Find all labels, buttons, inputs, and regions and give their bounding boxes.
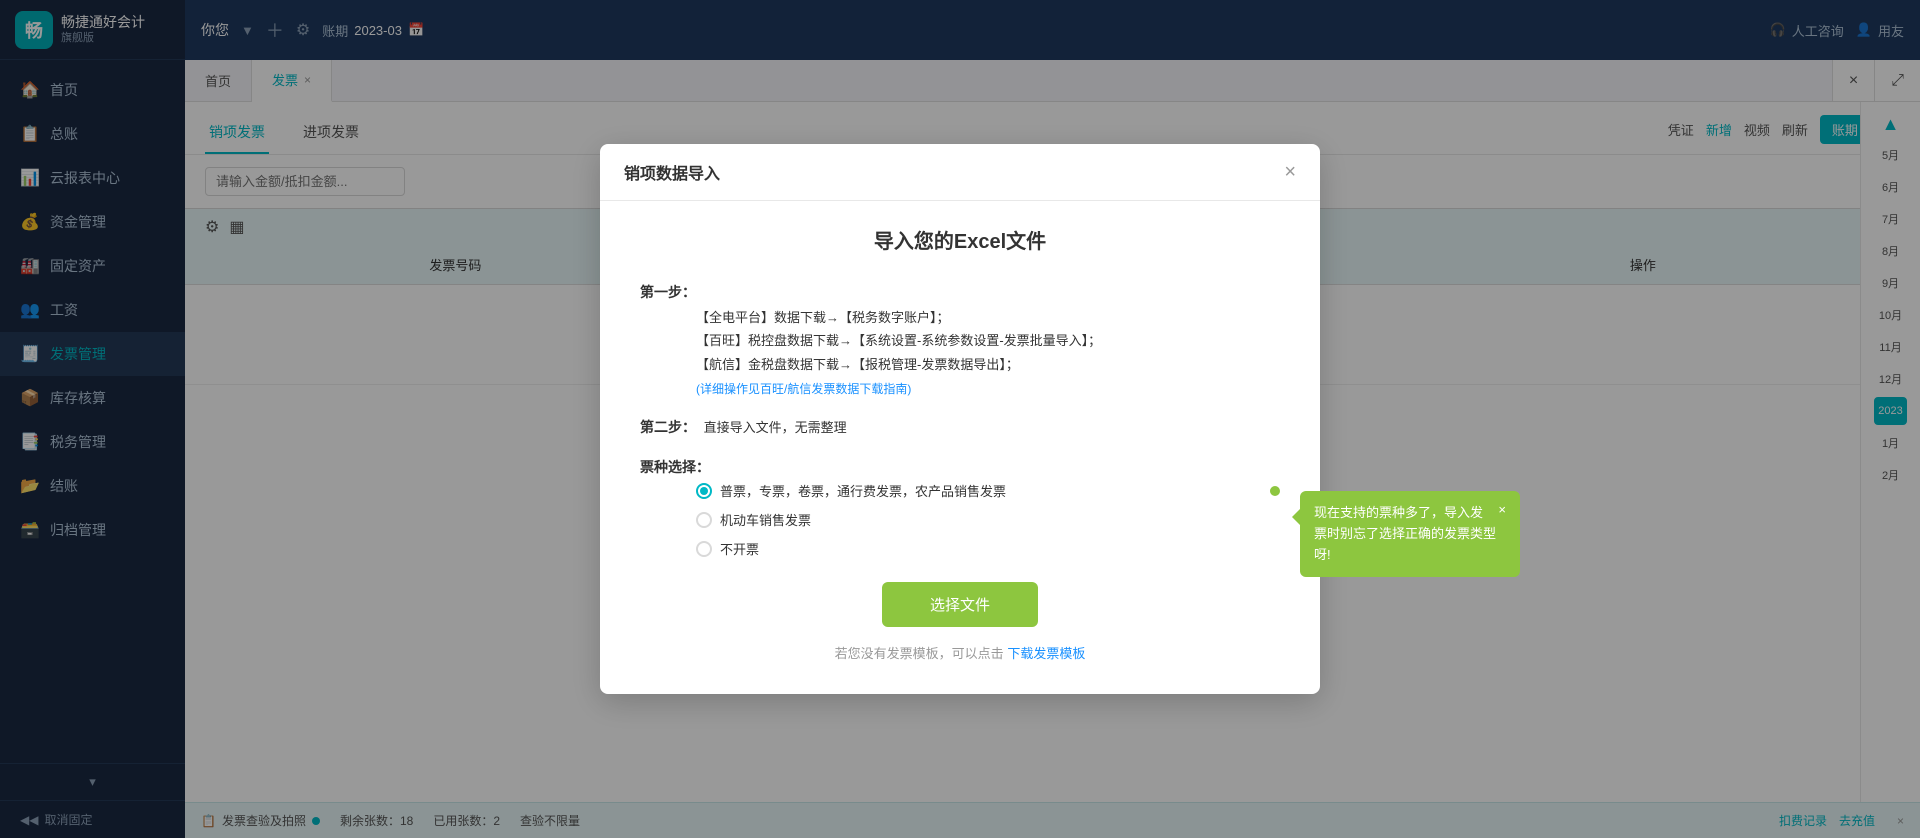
import-modal: 销项数据导入 × 导入您的Excel文件 第一步： 【全电平台】数据下载→【税务… bbox=[600, 144, 1320, 694]
modal-title: 销项数据导入 bbox=[624, 160, 720, 184]
tooltip-dot bbox=[1270, 486, 1280, 496]
select-file-btn[interactable]: 选择文件 bbox=[882, 582, 1038, 627]
download-template-link[interactable]: 下载发票模板 bbox=[1007, 646, 1085, 661]
radio-option-1[interactable]: 机动车销售发票 bbox=[696, 510, 1280, 529]
step1-link[interactable]: (详细操作见百旺/航信发票数据下载指南) bbox=[640, 380, 1280, 397]
radio-circle-2[interactable] bbox=[696, 541, 712, 557]
no-template: 若您没有发票模板，可以点击 下载发票模板 bbox=[640, 643, 1280, 662]
radio-group: 普票，专票，卷票，通行费发票，农产品销售发票×现在支持的票种多了，导入发票时别忘… bbox=[640, 481, 1280, 558]
tooltip-balloon: ×现在支持的票种多了，导入发票时别忘了选择正确的发票类型呀! bbox=[1300, 491, 1520, 577]
step2-content: 直接导入文件，无需整理 bbox=[704, 420, 847, 435]
step1-content: 【全电平台】数据下载→【税务数字账户】；【百旺】税控盘数据下载→【系统设置-系统… bbox=[640, 306, 1280, 376]
download-guide-link[interactable]: (详细操作见百旺/航信发票数据下载指南) bbox=[696, 382, 911, 396]
ticket-label: 票种选择： bbox=[640, 459, 710, 475]
tooltip-close-btn[interactable]: × bbox=[1498, 503, 1506, 516]
radio-option-0[interactable]: 普票，专票，卷票，通行费发票，农产品销售发票×现在支持的票种多了，导入发票时别忘… bbox=[696, 481, 1280, 500]
modal-body: 导入您的Excel文件 第一步： 【全电平台】数据下载→【税务数字账户】；【百旺… bbox=[600, 201, 1320, 694]
radio-circle-0[interactable] bbox=[696, 483, 712, 499]
radio-option-2[interactable]: 不开票 bbox=[696, 539, 1280, 558]
modal-close-btn[interactable]: × bbox=[1284, 162, 1296, 182]
modal-overlay: 销项数据导入 × 导入您的Excel文件 第一步： 【全电平台】数据下载→【税务… bbox=[0, 0, 1920, 838]
modal-header: 销项数据导入 × bbox=[600, 144, 1320, 201]
step1-label: 第一步： bbox=[640, 284, 696, 300]
modal-main-title: 导入您的Excel文件 bbox=[640, 225, 1280, 254]
radio-circle-1[interactable] bbox=[696, 512, 712, 528]
step1: 第一步： 【全电平台】数据下载→【税务数字账户】；【百旺】税控盘数据下载→【系统… bbox=[640, 282, 1280, 397]
ticket-selection: 票种选择： 普票，专票，卷票，通行费发票，农产品销售发票×现在支持的票种多了，导… bbox=[640, 457, 1280, 558]
step2: 第二步： 直接导入文件，无需整理 bbox=[640, 417, 1280, 437]
step2-label: 第二步： bbox=[640, 419, 696, 435]
